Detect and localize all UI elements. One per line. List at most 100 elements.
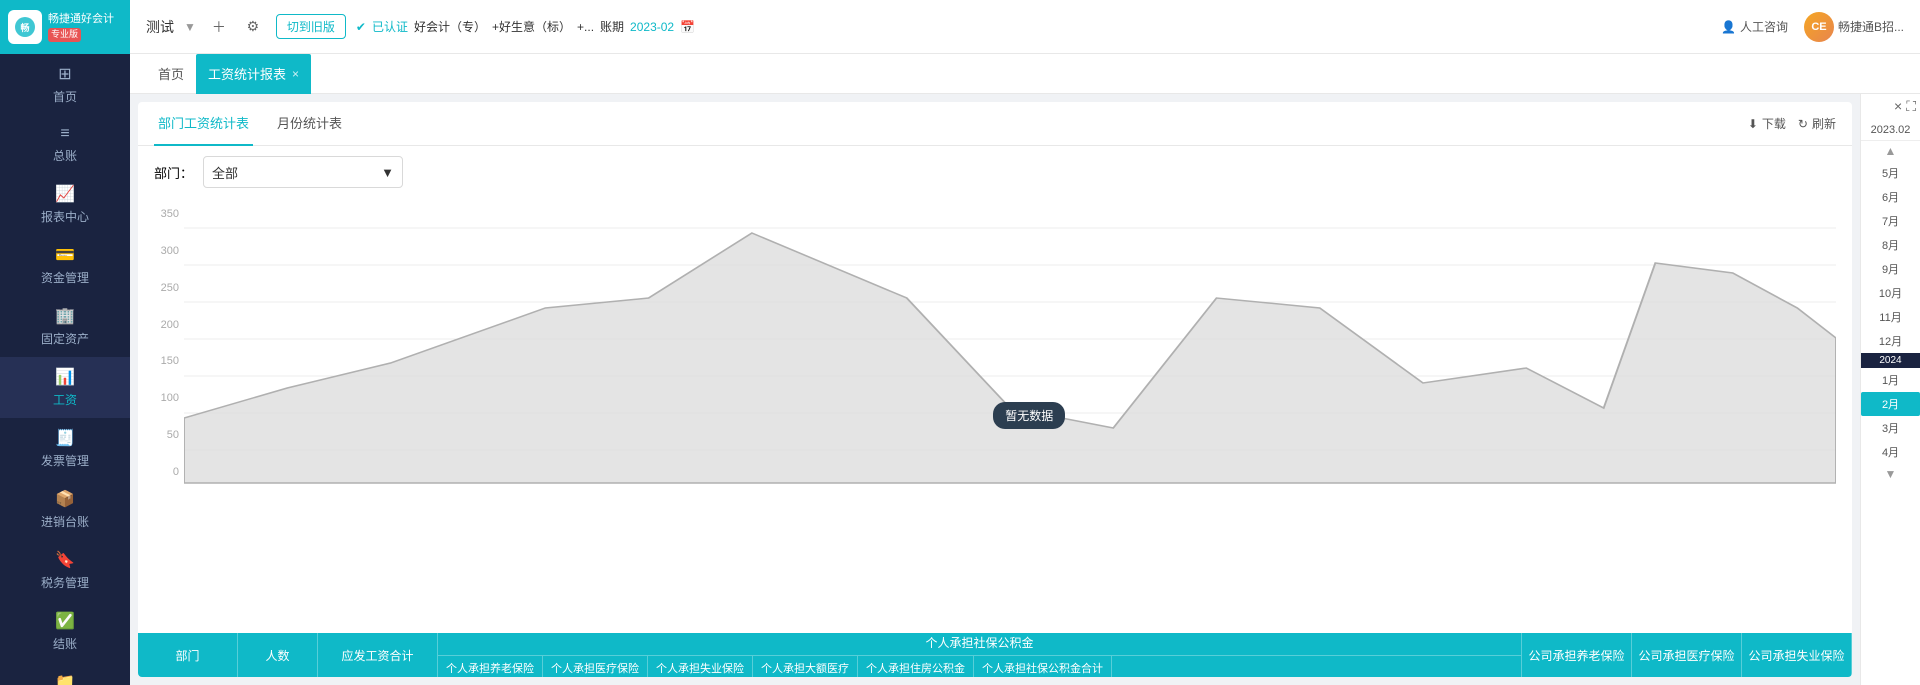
sidebar-item-salary[interactable]: 📊 工资 — [0, 357, 130, 418]
subtab-dept[interactable]: 部门工资统计表 — [154, 102, 253, 146]
col-unemployment: 个人承担失业保险 — [648, 656, 753, 677]
col-count: 人数 — [238, 633, 318, 677]
sidebar-item-home[interactable]: ⊞ 首页 — [0, 54, 130, 115]
panel-expand-button[interactable]: ⛶ — [1906, 98, 1916, 115]
add-button[interactable]: ＋ — [206, 14, 232, 40]
ledger-icon: ≡ — [60, 125, 69, 143]
subtab-month[interactable]: 月份统计表 — [273, 102, 346, 146]
col-pension: 个人承担养老保险 — [438, 656, 543, 677]
asset-icon: 🏢 — [55, 306, 75, 326]
status-accounting: 好会计（专） — [414, 18, 486, 35]
refresh-icon: ↻ — [1798, 117, 1808, 131]
sidebar-item-invoice[interactable]: 🧾 发票管理 — [0, 418, 130, 479]
sidebar-item-label: 总账 — [53, 147, 77, 164]
tab-close-icon[interactable]: × — [292, 67, 299, 81]
y-label-100: 100 — [154, 392, 179, 404]
ai-consult-button[interactable]: 👤 人工咨询 — [1721, 18, 1788, 35]
y-label-50: 50 — [154, 429, 179, 441]
topbar-icons: ＋ ⚙ — [206, 14, 266, 40]
settle-icon: ✅ — [55, 611, 75, 631]
rp-month-5[interactable]: 5月 — [1861, 161, 1920, 185]
settings-icon[interactable]: ⚙ — [240, 14, 266, 40]
sidebar-item-ledger[interactable]: ≡ 总账 — [0, 115, 130, 174]
dept-select[interactable]: 全部 ▼ — [203, 156, 403, 188]
col-major-medical: 个人承担大额医疗 — [753, 656, 858, 677]
tab-salary-report[interactable]: 工资统计报表 × — [196, 54, 311, 94]
rp-month-7[interactable]: 7月 — [1861, 209, 1920, 233]
bottom-table-header: 部门 人数 应发工资合计 个人承担社保公积金 个人承担养老保险 个人承担医疗保险… — [138, 633, 1852, 677]
filterbar: 部门： 全部 ▼ — [138, 146, 1852, 198]
rp-month-3[interactable]: 3月 — [1861, 416, 1920, 440]
rp-up-arrow[interactable]: ▲ — [1861, 141, 1920, 161]
col-group-personal: 个人承担社保公积金 个人承担养老保险 个人承担医疗保险 个人承担失业保险 个人承… — [438, 633, 1522, 677]
sidebar-item-label: 进销台账 — [41, 513, 89, 530]
avatar: CE — [1804, 12, 1834, 42]
sidebar-item-fund[interactable]: 💳 资金管理 — [0, 235, 130, 296]
topbar-arrow-icon: ▼ — [184, 20, 196, 34]
rp-down-arrow[interactable]: ▼ — [1861, 464, 1920, 484]
rp-month-4[interactable]: 4月 — [1861, 440, 1920, 464]
invoice-icon: 🧾 — [55, 428, 75, 448]
panel-close-button[interactable]: × — [1894, 98, 1902, 115]
sidebar-item-asset[interactable]: 🏢 固定资产 — [0, 296, 130, 357]
certified-icon: ✔ — [356, 20, 366, 34]
dropdown-arrow-icon: ▼ — [381, 165, 394, 180]
topbar-right: 👤 人工咨询 CE 畅捷通B招... — [1721, 12, 1904, 42]
archive-icon: 📁 — [55, 672, 75, 685]
rp-month-11[interactable]: 11月 — [1861, 305, 1920, 329]
col-company-medical: 公司承担医疗保险 — [1632, 633, 1742, 677]
tab-home[interactable]: 首页 — [146, 54, 196, 94]
period-label: 账期 — [600, 18, 624, 35]
sidebar-item-label: 报表中心 — [41, 208, 89, 225]
col-housing-fund: 个人承担住房公积金 — [858, 656, 974, 677]
col-group-header: 个人承担社保公积金 — [438, 633, 1521, 656]
switch-version-button[interactable]: 切到旧版 — [276, 14, 346, 39]
rp-month-1[interactable]: 1月 — [1861, 368, 1920, 392]
user-menu[interactable]: CE 畅捷通B招... — [1804, 12, 1904, 42]
rp-month-8[interactable]: 8月 — [1861, 233, 1920, 257]
y-axis-labels: 350 300 250 200 150 100 50 0 — [154, 208, 179, 498]
sidebar-item-purchase[interactable]: 📦 进销台账 — [0, 479, 130, 540]
refresh-button[interactable]: ↻ 刷新 — [1798, 115, 1836, 132]
sidebar-item-tax[interactable]: 🔖 税务管理 — [0, 540, 130, 601]
fund-icon: 💳 — [55, 245, 75, 265]
tabbar: 首页 工资统计报表 × — [130, 54, 1920, 94]
sidebar-item-label: 发票管理 — [41, 452, 89, 469]
purchase-icon: 📦 — [55, 489, 75, 509]
rp-year-2024: 2024 — [1861, 353, 1920, 368]
rp-month-10[interactable]: 10月 — [1861, 281, 1920, 305]
y-label-350: 350 — [154, 208, 179, 220]
calendar-icon[interactable]: 📅 — [680, 20, 695, 34]
rp-month-6[interactable]: 6月 — [1861, 185, 1920, 209]
logo-text: 畅捷通好会计 专业版 — [48, 12, 114, 42]
status-certified: 已认证 — [372, 18, 408, 35]
refresh-label: 刷新 — [1812, 115, 1836, 132]
rp-month-9[interactable]: 9月 — [1861, 257, 1920, 281]
sidebar-item-label: 结账 — [53, 635, 77, 652]
ai-icon: 👤 — [1721, 20, 1736, 34]
download-button[interactable]: ⬇ 下载 — [1748, 115, 1786, 132]
tab-label: 工资统计报表 — [208, 64, 286, 83]
y-label-300: 300 — [154, 245, 179, 257]
y-label-0: 0 — [154, 466, 179, 478]
rp-month-2-active[interactable]: 2月 — [1861, 392, 1920, 416]
right-panel: × ⛶ 2023.02 ▲ 5月 6月 7月 8月 9月 10月 11月 12月… — [1860, 94, 1920, 685]
sidebar-item-report[interactable]: 📈 报表中心 — [0, 174, 130, 235]
rp-month-12[interactable]: 12月 — [1861, 329, 1920, 353]
main-area: 测试 ▼ ＋ ⚙ 切到旧版 ✔ 已认证 好会计（专） +好生意（标） +... … — [130, 0, 1920, 685]
chart-wrapper: 350 300 250 200 150 100 50 0 — [154, 208, 1836, 511]
sidebar: 畅 畅捷通好会计 专业版 ⊞ 首页 ≡ 总账 📈 报表中心 💳 资金管理 🏢 固… — [0, 0, 130, 685]
salary-icon: 📊 — [55, 367, 75, 387]
topbar: 测试 ▼ ＋ ⚙ 切到旧版 ✔ 已认证 好会计（专） +好生意（标） +... … — [130, 0, 1920, 54]
sidebar-item-label: 固定资产 — [41, 330, 89, 347]
col-group-children: 个人承担养老保险 个人承担医疗保险 个人承担失业保险 个人承担大额医疗 个人承担… — [438, 656, 1521, 677]
content-panel: 部门工资统计表 月份统计表 ⬇ 下载 ↻ 刷新 — [138, 102, 1852, 677]
chart-area: 350 300 250 200 150 100 50 0 — [138, 198, 1852, 633]
svg-text:畅: 畅 — [20, 22, 29, 33]
y-label-250: 250 — [154, 282, 179, 294]
sidebar-item-archive[interactable]: 📁 归档管理 — [0, 662, 130, 685]
sidebar-item-label: 工资 — [53, 391, 77, 408]
sidebar-item-settle[interactable]: ✅ 结账 — [0, 601, 130, 662]
logo-icon: 畅 — [8, 10, 42, 44]
sidebar-item-label: 税务管理 — [41, 574, 89, 591]
